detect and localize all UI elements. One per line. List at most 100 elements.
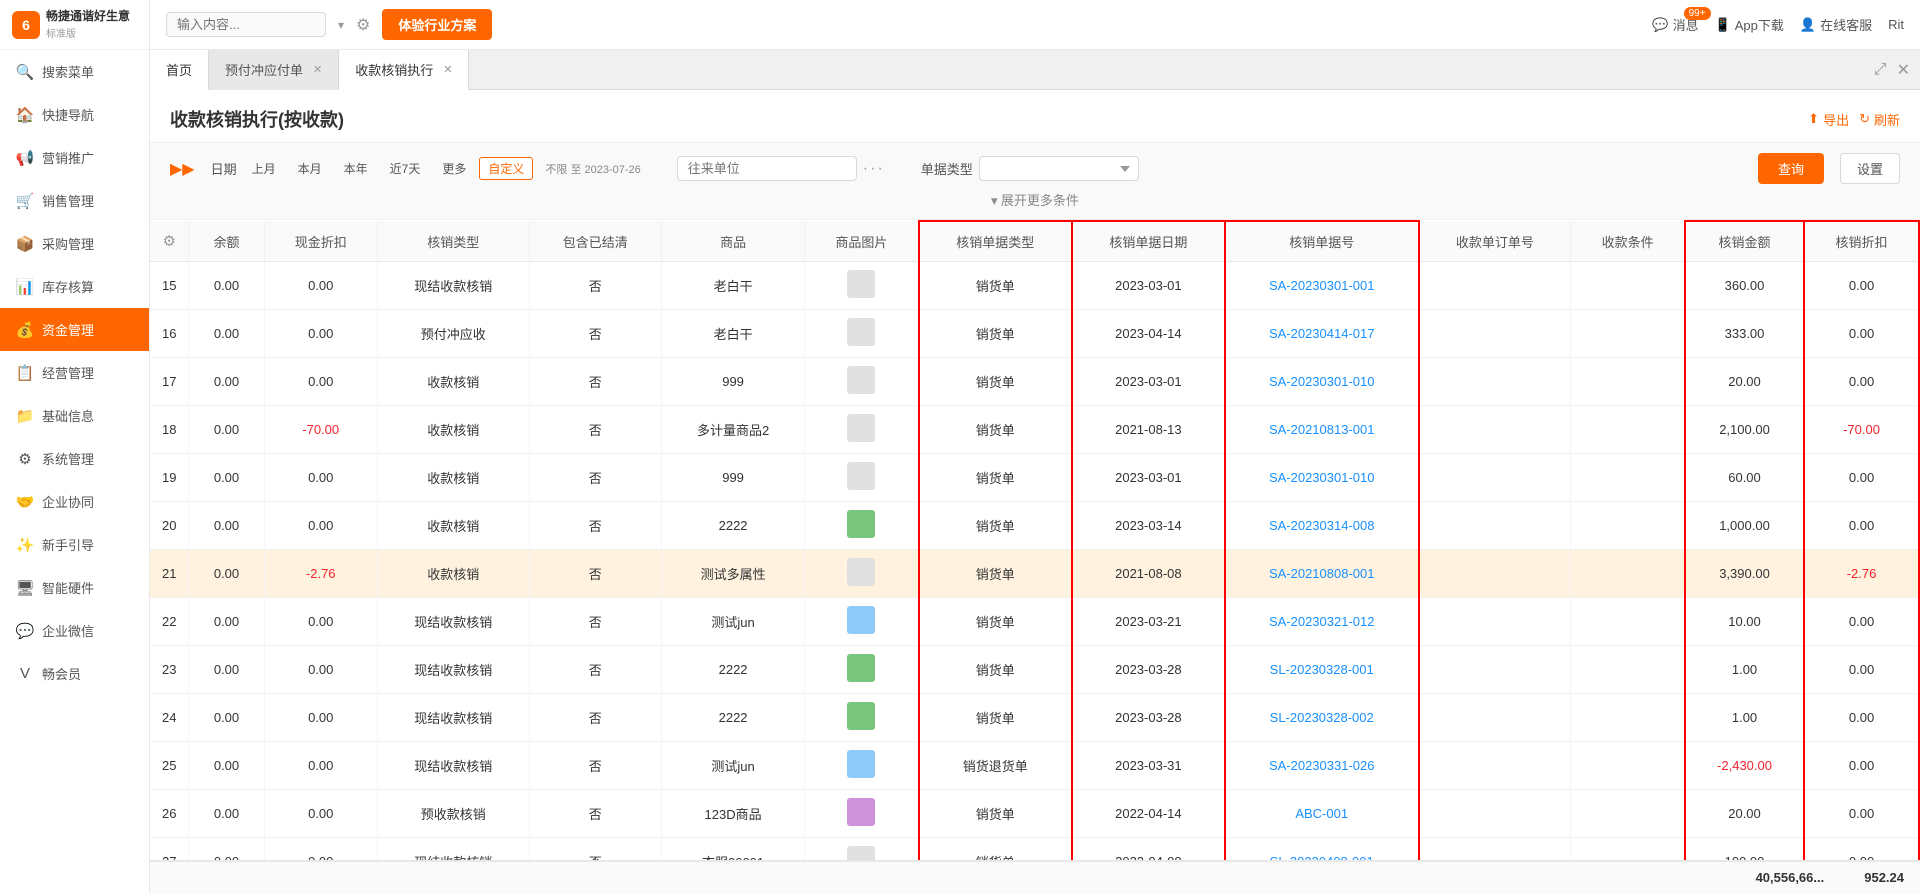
- app-download-btn[interactable]: 📱 App下载: [1715, 15, 1784, 34]
- page-header: 收款核销执行(按收款) ⬆ 导出 ↻ 刷新: [150, 90, 1920, 142]
- writeoff-no-link[interactable]: SA-20230301-010: [1269, 470, 1375, 485]
- tab-close-icon[interactable]: ✕: [1897, 60, 1910, 80]
- sidebar-item-wechat[interactable]: 💬 企业微信: [0, 609, 149, 652]
- writeoff-no-link[interactable]: SA-20210813-001: [1269, 422, 1375, 437]
- writeoff-no-link[interactable]: SA-20230314-008: [1269, 518, 1375, 533]
- sidebar-item-sales[interactable]: 🛒 销售管理: [0, 179, 149, 222]
- sidebar-logo: 6 畅捷通谐好生意 标准版: [0, 0, 149, 50]
- more-btn[interactable]: 更多: [433, 157, 475, 180]
- sidebar-item-member[interactable]: V 畅会员: [0, 652, 149, 695]
- cell-writeoff-no[interactable]: SA-20230321-012: [1225, 598, 1419, 646]
- query-button[interactable]: 查询: [1758, 153, 1824, 184]
- cell-receipt-order-no: [1419, 694, 1571, 742]
- filter-collapse-btn[interactable]: ▶▶: [170, 159, 195, 179]
- cell-cash-discount: -2.76: [264, 550, 377, 598]
- cell-receipt-order-no: [1419, 454, 1571, 502]
- tab-collection-close[interactable]: ✕: [443, 63, 452, 76]
- cell-writeoff-type: 现结收款核销: [377, 262, 529, 310]
- table-wrapper[interactable]: ⚙ 余额 现金折扣 核销类型 包含已结清 商品 商品图片 核销单据类型 核销单据…: [150, 220, 1920, 860]
- col-balance: 余额: [189, 221, 264, 262]
- sidebar-item-purchase[interactable]: 📦 采购管理: [0, 222, 149, 265]
- writeoff-no-link[interactable]: SA-20210808-001: [1269, 566, 1375, 581]
- cell-receipt-condition: [1571, 454, 1685, 502]
- tab-prepay-close[interactable]: ✕: [313, 63, 322, 76]
- company-filter-dots[interactable]: ···: [863, 160, 885, 178]
- writeoff-no-link[interactable]: SA-20230321-012: [1269, 614, 1375, 629]
- custom-btn[interactable]: 自定义: [479, 157, 533, 180]
- expand-label: 展开更多条件: [1001, 193, 1079, 208]
- cell-include-cleared: 否: [529, 694, 661, 742]
- cell-writeoff-no[interactable]: SA-20230414-017: [1225, 310, 1419, 358]
- sidebar-item-inventory[interactable]: 📊 库存核算: [0, 265, 149, 308]
- sidebar-item-corp[interactable]: 🤝 企业协同: [0, 480, 149, 523]
- message-badge: 99+: [1684, 7, 1711, 20]
- sidebar-item-guide[interactable]: ✨ 新手引导: [0, 523, 149, 566]
- writeoff-no-link[interactable]: ABC-001: [1295, 806, 1348, 821]
- cell-writeoff-amount: 333.00: [1685, 310, 1804, 358]
- message-btn[interactable]: 💬 消息 99+: [1652, 15, 1698, 34]
- sidebar-item-basic[interactable]: 📁 基础信息: [0, 394, 149, 437]
- cell-no: 16: [150, 310, 189, 358]
- writeoff-no-link[interactable]: SA-20230301-010: [1269, 374, 1375, 389]
- solution-button[interactable]: 体验行业方案: [382, 9, 492, 40]
- cell-writeoff-type: 现结收款核销: [377, 598, 529, 646]
- writeoff-no-link[interactable]: SL-20230408-001: [1270, 854, 1374, 860]
- writeoff-no-link[interactable]: SL-20230328-001: [1270, 662, 1374, 677]
- cell-writeoff-amount: 10.00: [1685, 598, 1804, 646]
- table-row: 25 0.00 0.00 现结收款核销 否 测试jun 销货退货单 2023-0…: [150, 742, 1919, 790]
- refresh-button[interactable]: ↻ 刷新: [1859, 110, 1900, 129]
- writeoff-no-link[interactable]: SA-20230331-026: [1269, 758, 1375, 773]
- sidebar-item-operations[interactable]: 📋 经营管理: [0, 351, 149, 394]
- tab-collection[interactable]: 收款核销执行 ✕: [339, 50, 469, 90]
- sidebar-item-system[interactable]: ⚙ 系统管理: [0, 437, 149, 480]
- cell-writeoff-no[interactable]: SA-20210808-001: [1225, 550, 1419, 598]
- chevron-down-icon[interactable]: ▾: [338, 18, 344, 32]
- cell-writeoff-amount: 1.00: [1685, 646, 1804, 694]
- cell-writeoff-no[interactable]: SA-20230301-001: [1225, 262, 1419, 310]
- filter-settings-button[interactable]: 设置: [1840, 153, 1900, 184]
- gear-icon[interactable]: ⚙: [356, 15, 370, 35]
- writeoff-no-link[interactable]: SA-20230301-001: [1269, 278, 1375, 293]
- this-month-btn[interactable]: 本月: [289, 157, 331, 180]
- col-settings-icon[interactable]: ⚙: [163, 233, 176, 250]
- sidebar-item-finance[interactable]: 💰 资金管理: [0, 308, 149, 351]
- last7-btn[interactable]: 近7天: [381, 157, 430, 180]
- writeoff-no-link[interactable]: SA-20230414-017: [1269, 326, 1375, 341]
- tab-prepay[interactable]: 预付冲应付单 ✕: [209, 50, 339, 90]
- type-filter-select[interactable]: [979, 156, 1139, 181]
- company-filter-group: ···: [677, 156, 885, 181]
- sidebar-item-marketing[interactable]: 📢 营销推广: [0, 136, 149, 179]
- tab-home[interactable]: 首页: [150, 50, 209, 90]
- cell-writeoff-no[interactable]: ABC-001: [1225, 790, 1419, 838]
- cell-writeoff-amount: 100.00: [1685, 838, 1804, 861]
- cell-writeoff-bill-type: 销货退货单: [919, 742, 1072, 790]
- table-row: 27 0.00 0.00 现结收款核销 否 衣服00001 销货单 2023-0…: [150, 838, 1919, 861]
- writeoff-no-link[interactable]: SL-20230328-002: [1270, 710, 1374, 725]
- cell-writeoff-type: 收款核销: [377, 550, 529, 598]
- this-year-btn[interactable]: 本年: [335, 157, 377, 180]
- cell-writeoff-date: 2021-08-08: [1072, 550, 1225, 598]
- company-filter-input[interactable]: [677, 156, 857, 181]
- col-cash-discount: 现金折扣: [264, 221, 377, 262]
- cell-writeoff-no[interactable]: SA-20230331-026: [1225, 742, 1419, 790]
- cell-writeoff-no[interactable]: SA-20230301-010: [1225, 358, 1419, 406]
- cell-writeoff-no[interactable]: SA-20230301-010: [1225, 454, 1419, 502]
- online-service-btn[interactable]: 👤 在线客服: [1800, 15, 1872, 34]
- topbar-search-input[interactable]: [166, 12, 326, 37]
- sidebar-item-search[interactable]: 🔍 搜索菜单: [0, 50, 149, 93]
- sidebar-item-hardware[interactable]: 🖥 智能硬件: [0, 566, 149, 609]
- cell-writeoff-no[interactable]: SA-20210813-001: [1225, 406, 1419, 454]
- cell-writeoff-no[interactable]: SL-20230328-002: [1225, 694, 1419, 742]
- sidebar-item-quick-nav[interactable]: 🏠 快捷导航: [0, 93, 149, 136]
- cell-writeoff-no[interactable]: SL-20230328-001: [1225, 646, 1419, 694]
- last-month-btn[interactable]: 上月: [243, 157, 285, 180]
- cell-writeoff-date: 2022-04-14: [1072, 790, 1225, 838]
- cell-writeoff-date: 2023-03-21: [1072, 598, 1225, 646]
- cell-writeoff-no[interactable]: SL-20230408-001: [1225, 838, 1419, 861]
- export-button[interactable]: ⬆ 导出: [1808, 110, 1849, 129]
- cell-writeoff-no[interactable]: SA-20230314-008: [1225, 502, 1419, 550]
- cell-writeoff-bill-type: 销货单: [919, 358, 1072, 406]
- tab-maximize-icon[interactable]: ⤢: [1874, 61, 1887, 79]
- tabs-controls: ⤢ ✕: [1864, 60, 1920, 80]
- expand-more-button[interactable]: ▾ 展开更多条件: [991, 190, 1079, 209]
